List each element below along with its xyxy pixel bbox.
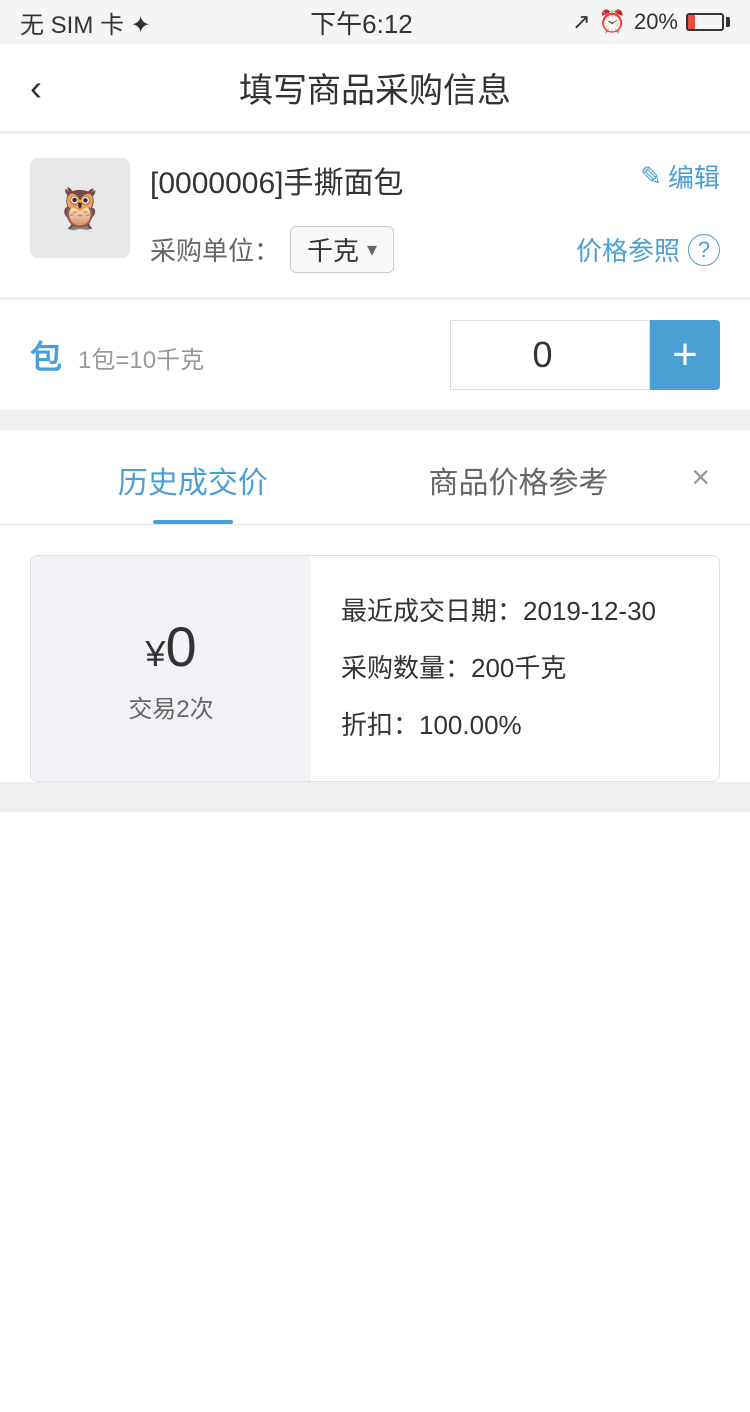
help-icon: ? — [688, 234, 720, 266]
location-icon: ↗ — [572, 9, 590, 35]
back-button[interactable]: ‹ — [0, 67, 72, 109]
price-card: ¥0 交易2次 最近成交日期：2019-12-30 采购数量：200千克 折扣：… — [30, 555, 720, 782]
price-detail-discount: 折扣：100.00% — [341, 706, 689, 745]
edit-button[interactable]: ✎ 编辑 — [640, 158, 720, 195]
battery-indicator — [686, 13, 730, 31]
status-left: 无 SIM 卡 ✦ — [20, 5, 151, 40]
price-detail-date: 最近成交日期：2019-12-30 — [341, 592, 689, 631]
bottom-empty-area — [0, 812, 750, 1412]
edit-icon: ✎ — [640, 161, 662, 192]
quantity-input[interactable] — [450, 320, 650, 390]
nav-bar: ‹ 填写商品采购信息 — [0, 44, 750, 132]
chevron-down-icon: ▾ — [367, 237, 377, 262]
currency-symbol: ¥ — [145, 633, 165, 674]
tab-product-price-reference[interactable]: 商品价格参考 — [356, 430, 682, 524]
product-name: [0000006]手撕面包 — [150, 158, 403, 202]
price-amount: ¥0 — [145, 614, 196, 679]
unit-select[interactable]: 千克 ▾ — [290, 226, 394, 273]
page-title: 填写商品采购信息 — [239, 63, 511, 112]
product-card: 🦉 [0000006]手撕面包 ✎ 编辑 采购单位： 千克 ▾ — [0, 134, 750, 297]
price-left-panel: ¥0 交易2次 — [31, 556, 311, 781]
alarm-icon: ⏰ — [599, 9, 626, 35]
date-value: 2019-12-30 — [523, 596, 656, 626]
tab-close-button[interactable]: × — [681, 449, 720, 506]
quantity-label-text: 采购数量： — [341, 653, 471, 683]
product-image-placeholder: 🦉 — [55, 185, 105, 232]
product-thumbnail: 🦉 — [30, 158, 130, 258]
tabs-header: 历史成交价 商品价格参考 × — [0, 430, 750, 525]
price-reference-button[interactable]: 价格参照 ? — [576, 231, 720, 268]
quantity-plus-button[interactable]: + — [650, 320, 720, 390]
quantity-unit: 包 — [30, 332, 62, 378]
date-label: 最近成交日期： — [341, 596, 523, 626]
price-right-panel: 最近成交日期：2019-12-30 采购数量：200千克 折扣：100.00% — [311, 556, 719, 781]
quantity-section: 包 1包=10千克 + — [0, 299, 750, 410]
sim-wifi-label: 无 SIM 卡 ✦ — [20, 5, 151, 40]
edit-label: 编辑 — [668, 158, 720, 195]
status-bar: 无 SIM 卡 ✦ 下午6:12 ↗ ⏰ 20% — [0, 0, 750, 44]
discount-label: 折扣： — [341, 710, 419, 740]
unit-value: 千克 — [307, 231, 359, 268]
quantity-label: 包 1包=10千克 — [30, 332, 204, 378]
discount-value: 100.00% — [419, 710, 522, 740]
battery-percent: 20% — [634, 9, 678, 35]
unit-label: 采购单位： 千克 ▾ — [150, 226, 394, 273]
quantity-conversion: 1包=10千克 — [78, 340, 204, 375]
status-time: 下午6:12 — [310, 4, 413, 41]
price-detail-quantity: 采购数量：200千克 — [341, 649, 689, 688]
quantity-value: 200千克 — [471, 653, 566, 683]
quantity-input-wrapper: + — [450, 320, 720, 390]
price-ref-label: 价格参照 — [576, 231, 680, 268]
tab-history-price[interactable]: 历史成交价 — [30, 430, 356, 524]
price-trades-count: 交易2次 — [128, 689, 213, 724]
product-info: [0000006]手撕面包 ✎ 编辑 采购单位： 千克 ▾ 价格参照 ? — [150, 158, 720, 273]
status-right: ↗ ⏰ 20% — [572, 9, 730, 35]
tabs-section: 历史成交价 商品价格参考 × ¥0 交易2次 最近成交日期：2019-12-30… — [0, 430, 750, 782]
